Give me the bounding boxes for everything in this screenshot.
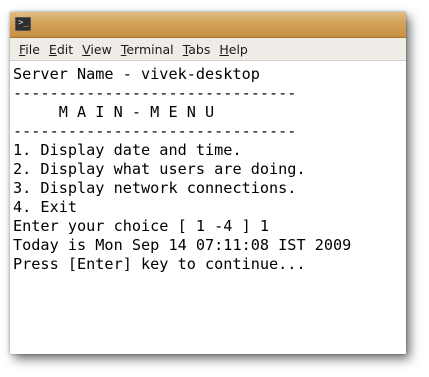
menu-tabs[interactable]: Tabs: [183, 42, 211, 57]
terminal-line-option-1: 1. Display date and time.: [13, 141, 242, 159]
menu-bar: File Edit View Terminal Tabs Help: [10, 38, 406, 61]
terminal-output[interactable]: Server Name - vivek-desktop ------------…: [10, 61, 406, 354]
terminal-window: >_ File Edit View Terminal Tabs Help Ser…: [10, 12, 406, 354]
title-bar[interactable]: >_: [10, 12, 406, 38]
terminal-line-option-2: 2. Display what users are doing.: [13, 160, 306, 178]
terminal-line-choice-prompt: Enter your choice [ 1 -4 ] 1: [13, 217, 270, 235]
menu-file[interactable]: File: [19, 42, 40, 57]
menu-edit[interactable]: Edit: [49, 42, 73, 57]
terminal-line-option-4: 4. Exit: [13, 198, 78, 216]
terminal-line-separator-bottom: -------------------------------: [13, 122, 297, 140]
terminal-line-option-3: 3. Display network connections.: [13, 179, 297, 197]
menu-help[interactable]: Help: [219, 42, 248, 57]
menu-terminal[interactable]: Terminal: [121, 42, 174, 57]
terminal-line-date-output: Today is Mon Sep 14 07:11:08 IST 2009: [13, 236, 352, 254]
menu-view[interactable]: View: [82, 42, 112, 57]
terminal-line-separator-top: -------------------------------: [13, 84, 297, 102]
terminal-line-menu-title: M A I N - M E N U: [13, 103, 215, 121]
terminal-line-server-name: Server Name - vivek-desktop: [13, 65, 260, 83]
terminal-icon[interactable]: >_: [15, 17, 31, 31]
terminal-line-continue-prompt: Press [Enter] key to continue...: [13, 255, 306, 273]
